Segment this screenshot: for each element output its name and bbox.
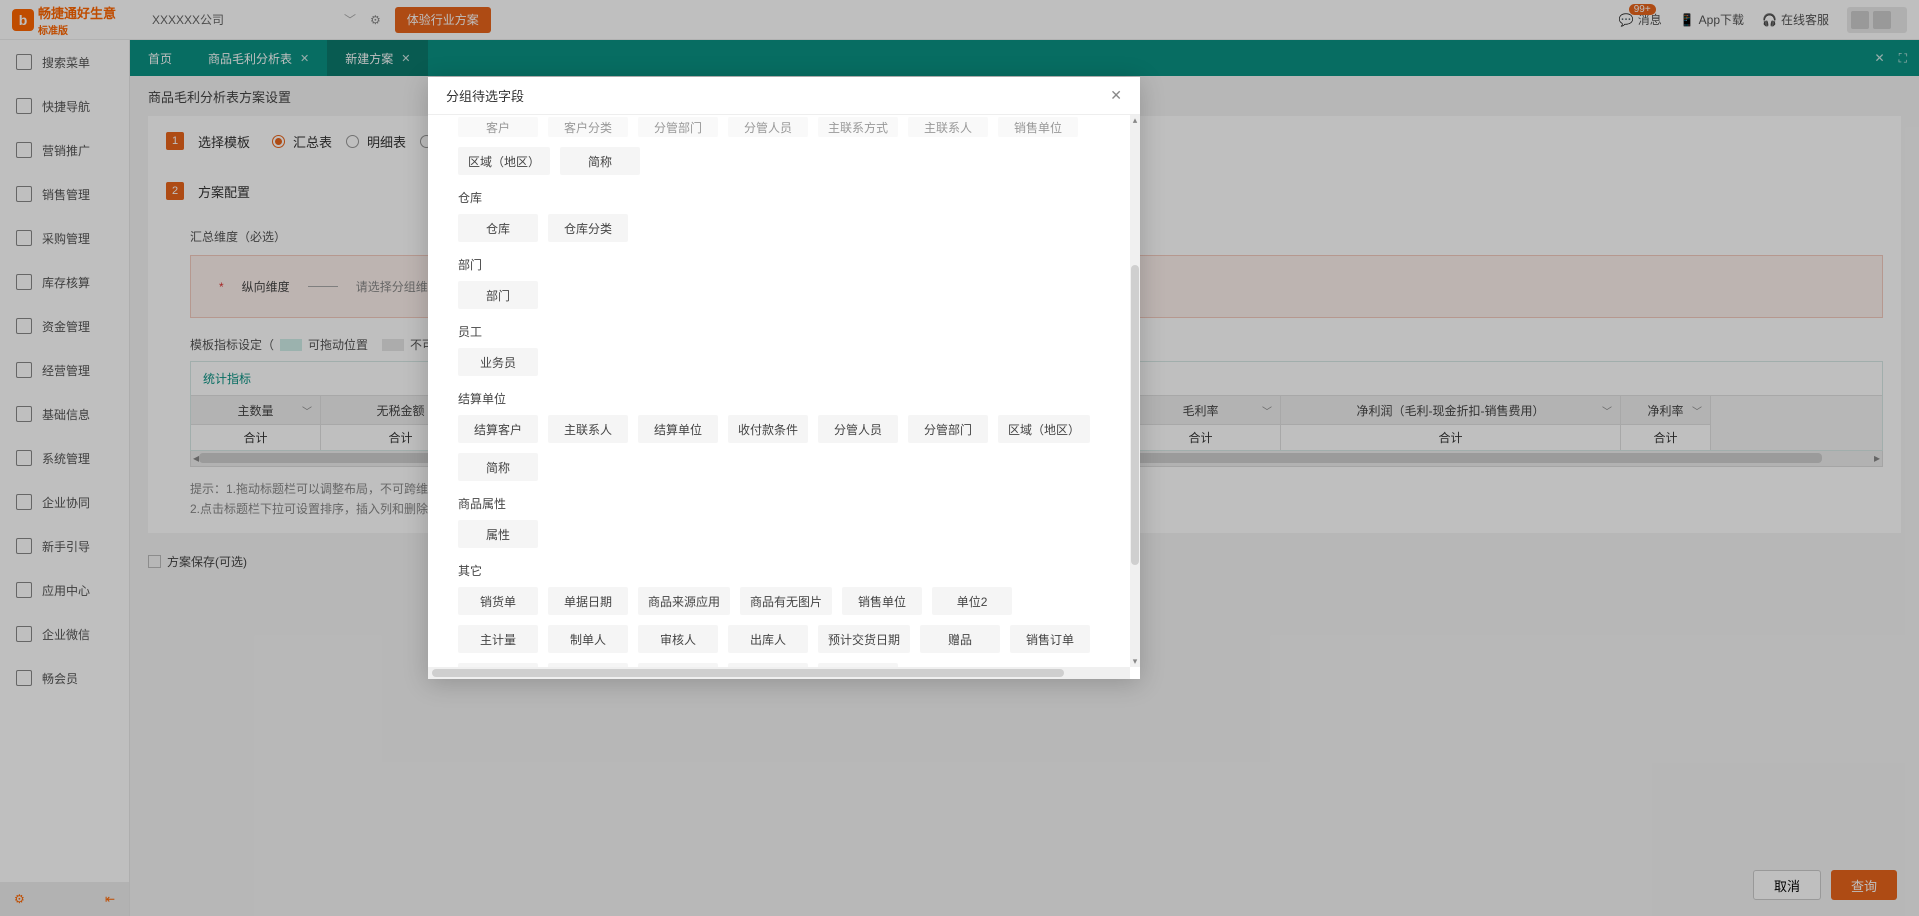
field-chip[interactable]: 客户分类 <box>548 117 628 137</box>
field-chip[interactable]: 商品有无图片 <box>740 587 832 615</box>
group-field-modal: 分组待选字段 ✕ 客户客户分类分管部门分管人员主联系方式主联系人销售单位 区域（… <box>428 77 1140 679</box>
modal-horizontal-scrollbar[interactable] <box>428 667 1130 679</box>
field-chip[interactable]: 预计交货日期 <box>818 625 910 653</box>
field-chip[interactable]: 业务员 <box>458 348 538 376</box>
field-chip[interactable]: 简称 <box>458 453 538 481</box>
group-settle-title: 结算单位 <box>458 390 1140 407</box>
field-chip[interactable]: 审核人 <box>638 625 718 653</box>
modal-vertical-scrollbar[interactable]: ▴ ▾ <box>1130 115 1140 667</box>
group-warehouse-title: 仓库 <box>458 189 1140 206</box>
modal-title: 分组待选字段 <box>446 86 524 105</box>
field-chip[interactable]: 分管部门 <box>638 117 718 137</box>
group-attr-title: 商品属性 <box>458 495 1140 512</box>
group-emp-title: 员工 <box>458 323 1140 340</box>
field-chip[interactable]: 出库人 <box>728 625 808 653</box>
scroll-thumb[interactable] <box>432 669 1064 677</box>
field-chip[interactable]: 分管部门 <box>908 415 988 443</box>
field-chip[interactable]: 销售订单 <box>1010 625 1090 653</box>
field-chip[interactable]: 属性 <box>458 520 538 548</box>
field-chip[interactable]: 销货单 <box>458 587 538 615</box>
close-icon[interactable]: ✕ <box>1110 87 1122 104</box>
field-chip[interactable]: 部门 <box>458 281 538 309</box>
modal-header: 分组待选字段 ✕ <box>428 77 1140 115</box>
field-chip[interactable]: 主联系人 <box>908 117 988 137</box>
field-chip[interactable]: 客户 <box>458 117 538 137</box>
field-chip[interactable]: 主计量 <box>458 625 538 653</box>
partial-row: 客户客户分类分管部门分管人员主联系方式主联系人销售单位 <box>458 117 1140 137</box>
field-chip[interactable]: 仓库分类 <box>548 214 628 242</box>
field-chip[interactable]: 收付款条件 <box>728 415 808 443</box>
field-chip[interactable]: 主联系人 <box>548 415 628 443</box>
field-chip[interactable]: 单位2 <box>932 587 1012 615</box>
field-chip[interactable]: 商品来源应用 <box>638 587 730 615</box>
field-chip[interactable]: 仓库 <box>458 214 538 242</box>
group-other-title: 其它 <box>458 562 1140 579</box>
field-chip[interactable]: 结算客户 <box>458 415 538 443</box>
field-chip[interactable]: 单据日期 <box>548 587 628 615</box>
field-chip[interactable]: 主联系方式 <box>818 117 898 137</box>
field-chip[interactable]: 结算单位 <box>638 415 718 443</box>
modal-body: 客户客户分类分管部门分管人员主联系方式主联系人销售单位 区域（地区） 简称 仓库… <box>428 115 1140 679</box>
scroll-up-icon[interactable]: ▴ <box>1130 115 1140 126</box>
field-chip[interactable]: 销售单位 <box>842 587 922 615</box>
scroll-down-icon[interactable]: ▾ <box>1130 656 1140 667</box>
field-chip[interactable]: 制单人 <box>548 625 628 653</box>
field-chip[interactable]: 区域（地区） <box>998 415 1090 443</box>
chip-region[interactable]: 区域（地区） <box>458 147 550 175</box>
field-chip[interactable]: 分管人员 <box>818 415 898 443</box>
field-chip[interactable]: 分管人员 <box>728 117 808 137</box>
field-chip[interactable]: 赠品 <box>920 625 1000 653</box>
scroll-thumb[interactable] <box>1131 265 1139 565</box>
group-dept-title: 部门 <box>458 256 1140 273</box>
field-chip[interactable]: 销售单位 <box>998 117 1078 137</box>
chip-short[interactable]: 简称 <box>560 147 640 175</box>
